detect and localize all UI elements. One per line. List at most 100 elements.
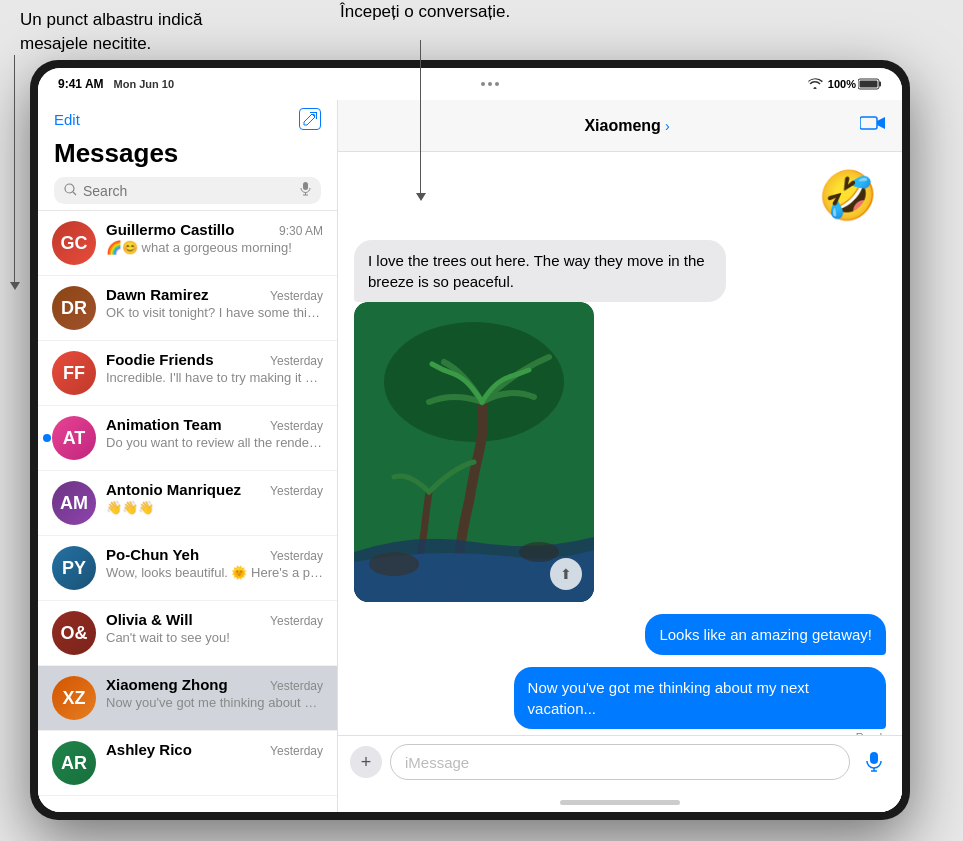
conv-time-guillermo: 9:30 AM [279, 224, 323, 238]
share-button[interactable]: ⬆ [550, 558, 582, 590]
conversation-item-xiaomeng[interactable]: XZ Xiaomeng Zhong Yesterday Now you've got … [38, 666, 337, 731]
svg-point-11 [369, 552, 419, 576]
wifi-icon [807, 77, 823, 91]
conversation-item-dawn[interactable]: DR Dawn Ramirez Yesterday OK to visit tonig… [38, 276, 337, 341]
message-bubble-received: I love the trees out here. The way they … [354, 240, 726, 302]
avatar-antonio: AM [52, 481, 96, 525]
conv-time-animation: Yesterday [270, 419, 323, 433]
message-group-received: I love the trees out here. The way they … [354, 240, 886, 602]
conv-name-guillermo: Guillermo Castillo [106, 221, 234, 238]
conversation-item-foodie[interactable]: FFFoodie FriendsYesterdayIncredible. I'l… [38, 341, 337, 406]
home-indicator [338, 792, 902, 812]
search-input[interactable] [83, 183, 294, 199]
conv-preview-olivia: Can't wait to see you! [106, 630, 323, 647]
conv-time-xiaomeng: Yesterday [270, 679, 323, 693]
conv-preview-xiaomeng: Now you've got me thinking about my next… [106, 695, 323, 712]
video-call-button[interactable] [860, 114, 886, 137]
mic-icon [300, 182, 311, 199]
svg-rect-8 [860, 117, 877, 129]
svg-point-12 [519, 542, 559, 562]
emoji-reaction: 🤣 [818, 168, 878, 224]
conv-preview-guillermo: 🌈😊 what a gorgeous morning! [106, 240, 323, 257]
chat-chevron-icon: › [665, 118, 670, 134]
conv-name-xiaomeng: Xiaomeng Zhong [106, 676, 228, 693]
annotation-arrow-1 [10, 282, 20, 290]
chat-header: Xiaomeng › [338, 100, 902, 152]
conv-name-olivia: Olivia & Will [106, 611, 193, 628]
status-date: Mon Jun 10 [114, 78, 175, 90]
mic-input-icon [866, 752, 882, 772]
main-content: Edit Messages [38, 100, 902, 812]
conv-name-animation: Animation Team [106, 416, 222, 433]
message-bubble-sent-1: Looks like an amazing getaway! [645, 614, 886, 655]
conv-body-animation: Animation TeamYesterdayDo you want to re… [106, 416, 323, 452]
avatar-pochun: PY [52, 546, 96, 590]
svg-rect-5 [303, 182, 308, 190]
status-right: 100% [807, 77, 882, 91]
conversation-item-olivia[interactable]: O&Olivia & WillYesterdayCan't wait to se… [38, 601, 337, 666]
conv-body-xiaomeng: Xiaomeng Zhong Yesterday Now you've got me… [106, 676, 323, 712]
home-bar [560, 800, 680, 805]
dots-center [481, 82, 499, 86]
conv-preview-dawn: OK to visit tonight? I have some things … [106, 305, 323, 322]
sidebar-header: Edit Messages [38, 100, 337, 211]
input-area: + iMessage [338, 735, 902, 792]
conv-name-ashley: Ashley Rico [106, 741, 192, 758]
search-bar[interactable] [54, 177, 321, 204]
annotation-unread: Un punct albastru indică mesajele neciti… [0, 0, 260, 64]
avatar-foodie: FF [52, 351, 96, 395]
chat-panel: Xiaomeng › 🤣 [338, 100, 902, 812]
chat-messages: 🤣 I love the trees out here. The way the… [338, 152, 902, 735]
annotation-arrow-2 [416, 193, 426, 201]
status-bar: 9:41 AM Mon Jun 10 100% [38, 68, 902, 100]
beach-scene-svg [354, 302, 594, 602]
status-time: 9:41 AM [58, 77, 104, 91]
conv-body-olivia: Olivia & WillYesterdayCan't wait to see … [106, 611, 323, 647]
message-input[interactable]: iMessage [390, 744, 850, 780]
conversation-item-animation[interactable]: ATAnimation TeamYesterdayDo you want to … [38, 406, 337, 471]
message-group-sent-2: Now you've got me thinking about my next… [354, 667, 886, 735]
conv-name-pochun: Po-Chun Yeh [106, 546, 199, 563]
conv-time-dawn: Yesterday [270, 289, 323, 303]
conv-time-foodie: Yesterday [270, 354, 323, 368]
compose-button[interactable] [299, 108, 321, 130]
conversation-item-guillermo[interactable]: GC Guillermo Castillo 9:30 AM 🌈😊 what a gor… [38, 211, 337, 276]
conv-body-antonio: Antonio ManriquezYesterday👋👋👋 [106, 481, 323, 517]
conv-name-antonio: Antonio Manriquez [106, 481, 241, 498]
conv-time-ashley: Yesterday [270, 744, 323, 758]
chat-contact-name: Xiaomeng [584, 117, 660, 135]
conv-body-dawn: Dawn Ramirez Yesterday OK to visit tonight… [106, 286, 323, 322]
avatar-xiaomeng: XZ [52, 676, 96, 720]
compose-icon [303, 112, 317, 126]
conversation-item-antonio[interactable]: AM Antonio ManriquezYesterday👋👋👋 [38, 471, 337, 536]
ipad-screen: 9:41 AM Mon Jun 10 100% [38, 68, 902, 812]
svg-rect-2 [859, 81, 877, 88]
sidebar: Edit Messages [38, 100, 338, 812]
ipad-frame: 9:41 AM Mon Jun 10 100% [30, 60, 910, 820]
message-bubble-sent-2: Now you've got me thinking about my next… [514, 667, 886, 729]
message-group-sent-1: Looks like an amazing getaway! [354, 614, 886, 655]
plus-button[interactable]: + [350, 746, 382, 778]
conv-preview-antonio: 👋👋👋 [106, 500, 323, 517]
annotation-line-1 [14, 55, 15, 285]
svg-rect-13 [870, 752, 878, 764]
avatar-ashley: AR [52, 741, 96, 785]
conv-name-foodie: Foodie Friends [106, 351, 214, 368]
avatar-dawn: DR [52, 286, 96, 330]
svg-point-3 [65, 184, 74, 193]
svg-point-10 [384, 322, 564, 442]
conv-body-foodie: Foodie FriendsYesterdayIncredible. I'll … [106, 351, 323, 387]
unread-dot-animation [43, 434, 51, 442]
conversation-item-ashley[interactable]: AR Ashley Rico Yesterday [38, 731, 337, 796]
edit-button[interactable]: Edit [54, 111, 80, 128]
avatar-guillermo: GC [52, 221, 96, 265]
annotation-new-conv: Începeți o conversație. [340, 0, 510, 24]
mic-input-button[interactable] [858, 746, 890, 778]
conversation-item-pochun[interactable]: PYPo-Chun YehYesterdayWow, looks beautif… [38, 536, 337, 601]
conv-body-ashley: Ashley Rico Yesterday [106, 741, 323, 760]
conv-name-dawn: Dawn Ramirez [106, 286, 209, 303]
svg-rect-1 [879, 82, 881, 87]
chat-title-area: Xiaomeng › [584, 117, 669, 135]
avatar-olivia: O& [52, 611, 96, 655]
conv-preview-pochun: Wow, looks beautiful. 🌞 Here's a photo o… [106, 565, 323, 582]
